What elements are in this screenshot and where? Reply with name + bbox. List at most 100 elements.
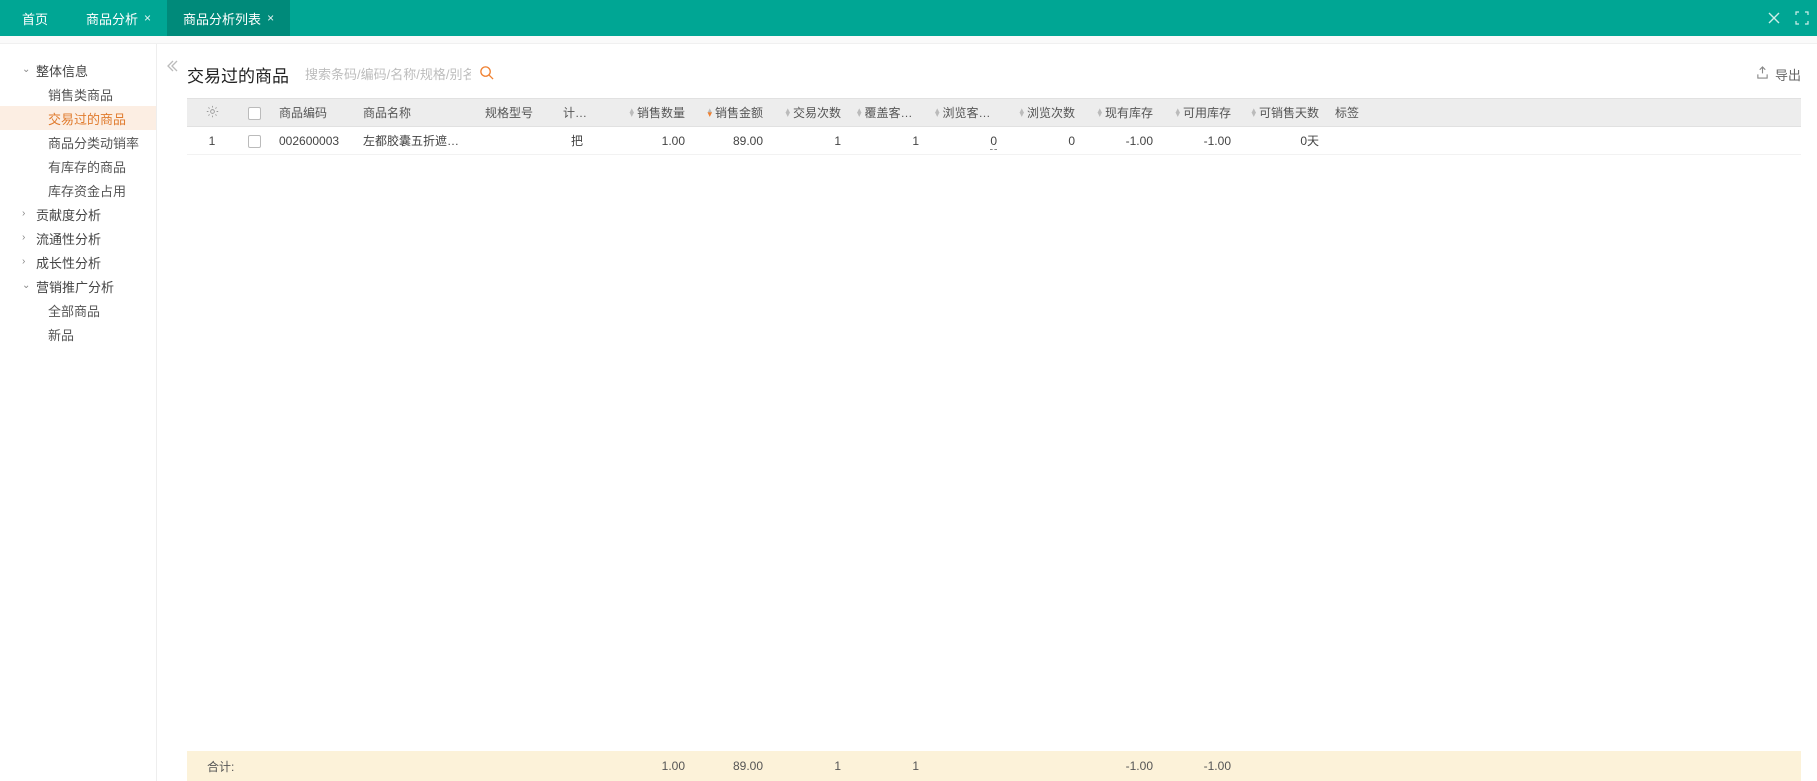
sidebar-item-label: 新品 xyxy=(48,325,74,344)
total-browse-cust xyxy=(927,751,1005,781)
search-input[interactable] xyxy=(303,63,473,86)
total-amount: 89.00 xyxy=(693,751,771,781)
chevron-right-icon: › xyxy=(22,208,32,219)
sidebar-group-marketing[interactable]: ⌄ 营销推广分析 xyxy=(0,274,156,298)
cell-select[interactable] xyxy=(237,127,271,155)
cell-browse-cust[interactable]: 0 xyxy=(927,127,1005,155)
close-all-icon[interactable] xyxy=(1765,9,1783,27)
col-unit[interactable]: 计量单位 xyxy=(555,99,599,127)
chevron-right-icon: › xyxy=(22,256,32,267)
checkbox[interactable] xyxy=(248,107,261,120)
col-settings[interactable] xyxy=(187,99,237,127)
cell-stock: -1.00 xyxy=(1083,127,1161,155)
total-browse-count xyxy=(1005,751,1083,781)
table-header-row: 商品编码 商品名称 规格型号 计量单位 销售数量 销售金额 交易次数 覆盖客户数… xyxy=(187,99,1801,127)
col-qty[interactable]: 销售数量 xyxy=(599,99,693,127)
tabbar-actions xyxy=(1765,0,1811,36)
col-name[interactable]: 商品名称 xyxy=(355,99,477,127)
sidebar-group-liquidity[interactable]: › 流通性分析 xyxy=(0,226,156,250)
sidebar-group-contribution[interactable]: › 贡献度分析 xyxy=(0,202,156,226)
col-cover-cust[interactable]: 覆盖客户数 xyxy=(849,99,927,127)
total-tx-count: 1 xyxy=(771,751,849,781)
page-title: 交易过的商品 xyxy=(187,62,289,87)
export-button[interactable]: 导出 xyxy=(1756,65,1801,84)
cell-amount: 89.00 xyxy=(693,127,771,155)
content-header: 交易过的商品 导出 xyxy=(187,54,1801,94)
sidebar-item-label: 有库存的商品 xyxy=(48,157,126,176)
export-icon xyxy=(1756,66,1769,82)
cell-index: 1 xyxy=(187,127,237,155)
sort-icon[interactable] xyxy=(707,106,712,118)
tab-product-analysis-list[interactable]: 商品分析列表 × xyxy=(167,0,290,36)
sidebar-item-new-products[interactable]: 新品 xyxy=(0,322,156,346)
total-qty: 1.00 xyxy=(599,751,693,781)
cell-tx-count: 1 xyxy=(771,127,849,155)
chevron-right-icon: › xyxy=(22,232,32,243)
col-tag[interactable]: 标签 xyxy=(1327,99,1801,127)
sort-icon[interactable] xyxy=(857,106,862,118)
col-code[interactable]: 商品编码 xyxy=(271,99,355,127)
sort-icon[interactable] xyxy=(785,106,790,118)
sidebar-item-label: 全部商品 xyxy=(48,301,100,320)
sort-icon[interactable] xyxy=(1251,106,1256,118)
total-cover-cust: 1 xyxy=(849,751,927,781)
cell-qty: 1.00 xyxy=(599,127,693,155)
sidebar-group-label: 营销推广分析 xyxy=(36,277,114,296)
col-select-all[interactable] xyxy=(237,99,271,127)
sort-icon[interactable] xyxy=(1175,106,1180,118)
table-row[interactable]: 1 002600003 左都胶囊五折遮阳伞防晒伞; 把 1.00 89.00 1… xyxy=(187,127,1801,155)
sidebar-item-stock-capital[interactable]: 库存资金占用 xyxy=(0,178,156,202)
col-amount[interactable]: 销售金额 xyxy=(693,99,771,127)
sidebar-item-label: 销售类商品 xyxy=(48,85,113,104)
col-browse-cust[interactable]: 浏览客户数 xyxy=(927,99,1005,127)
sidebar: ⌄ 整体信息 销售类商品 交易过的商品 商品分类动销率 有库存的商品 库存资金占… xyxy=(0,44,157,781)
col-tx-count[interactable]: 交易次数 xyxy=(771,99,849,127)
checkbox[interactable] xyxy=(248,135,261,148)
sidebar-item-label: 库存资金占用 xyxy=(48,181,126,200)
sidebar-item-sales-products[interactable]: 销售类商品 xyxy=(0,82,156,106)
sidebar-item-traded-products[interactable]: 交易过的商品 xyxy=(0,106,156,130)
col-sale-days[interactable]: 可销售天数 xyxy=(1239,99,1327,127)
cell-spec xyxy=(477,127,555,155)
total-stock: -1.00 xyxy=(1083,751,1161,781)
search-wrap xyxy=(303,63,494,86)
cell-unit: 把 xyxy=(555,127,599,155)
sidebar-group-label: 成长性分析 xyxy=(36,253,101,272)
total-sale-days xyxy=(1239,751,1327,781)
search-icon[interactable] xyxy=(479,65,494,83)
col-browse-count[interactable]: 浏览次数 xyxy=(1005,99,1083,127)
chevron-down-icon: ⌄ xyxy=(22,280,32,291)
main-content: 交易过的商品 导出 xyxy=(157,44,1817,781)
table-total-row: 合计: 1.00 89.00 1 1 -1.00 -1.00 xyxy=(187,751,1801,781)
sidebar-item-label: 交易过的商品 xyxy=(48,109,126,128)
sort-icon[interactable] xyxy=(629,106,634,118)
tab-label: 商品分析列表 xyxy=(183,9,261,28)
sidebar-group-label: 整体信息 xyxy=(36,61,88,80)
cell-browse-count: 0 xyxy=(1005,127,1083,155)
sort-icon[interactable] xyxy=(1097,106,1102,118)
sidebar-group-label: 流通性分析 xyxy=(36,229,101,248)
cell-avail: -1.00 xyxy=(1161,127,1239,155)
gear-icon[interactable] xyxy=(206,107,219,121)
tab-home[interactable]: 首页 xyxy=(0,0,70,36)
cell-code: 002600003 xyxy=(271,127,355,155)
sidebar-item-in-stock-products[interactable]: 有库存的商品 xyxy=(0,154,156,178)
sidebar-item-category-turnover[interactable]: 商品分类动销率 xyxy=(0,130,156,154)
col-avail[interactable]: 可用库存 xyxy=(1161,99,1239,127)
total-avail: -1.00 xyxy=(1161,751,1239,781)
tab-product-analysis[interactable]: 商品分析 × xyxy=(70,0,167,36)
sidebar-group-growth[interactable]: › 成长性分析 xyxy=(0,250,156,274)
data-table: 商品编码 商品名称 规格型号 计量单位 销售数量 销售金额 交易次数 覆盖客户数… xyxy=(187,98,1801,155)
sort-icon[interactable] xyxy=(1019,106,1024,118)
sidebar-group-overall[interactable]: ⌄ 整体信息 xyxy=(0,58,156,82)
col-spec[interactable]: 规格型号 xyxy=(477,99,555,127)
sidebar-item-all-products[interactable]: 全部商品 xyxy=(0,298,156,322)
tab-label: 商品分析 xyxy=(86,9,138,28)
cell-sale-days: 0天 xyxy=(1239,127,1327,155)
fullscreen-icon[interactable] xyxy=(1793,9,1811,27)
close-icon[interactable]: × xyxy=(144,11,151,25)
sort-icon[interactable] xyxy=(935,106,940,118)
cell-cover-cust: 1 xyxy=(849,127,927,155)
col-stock[interactable]: 现有库存 xyxy=(1083,99,1161,127)
close-icon[interactable]: × xyxy=(267,11,274,25)
